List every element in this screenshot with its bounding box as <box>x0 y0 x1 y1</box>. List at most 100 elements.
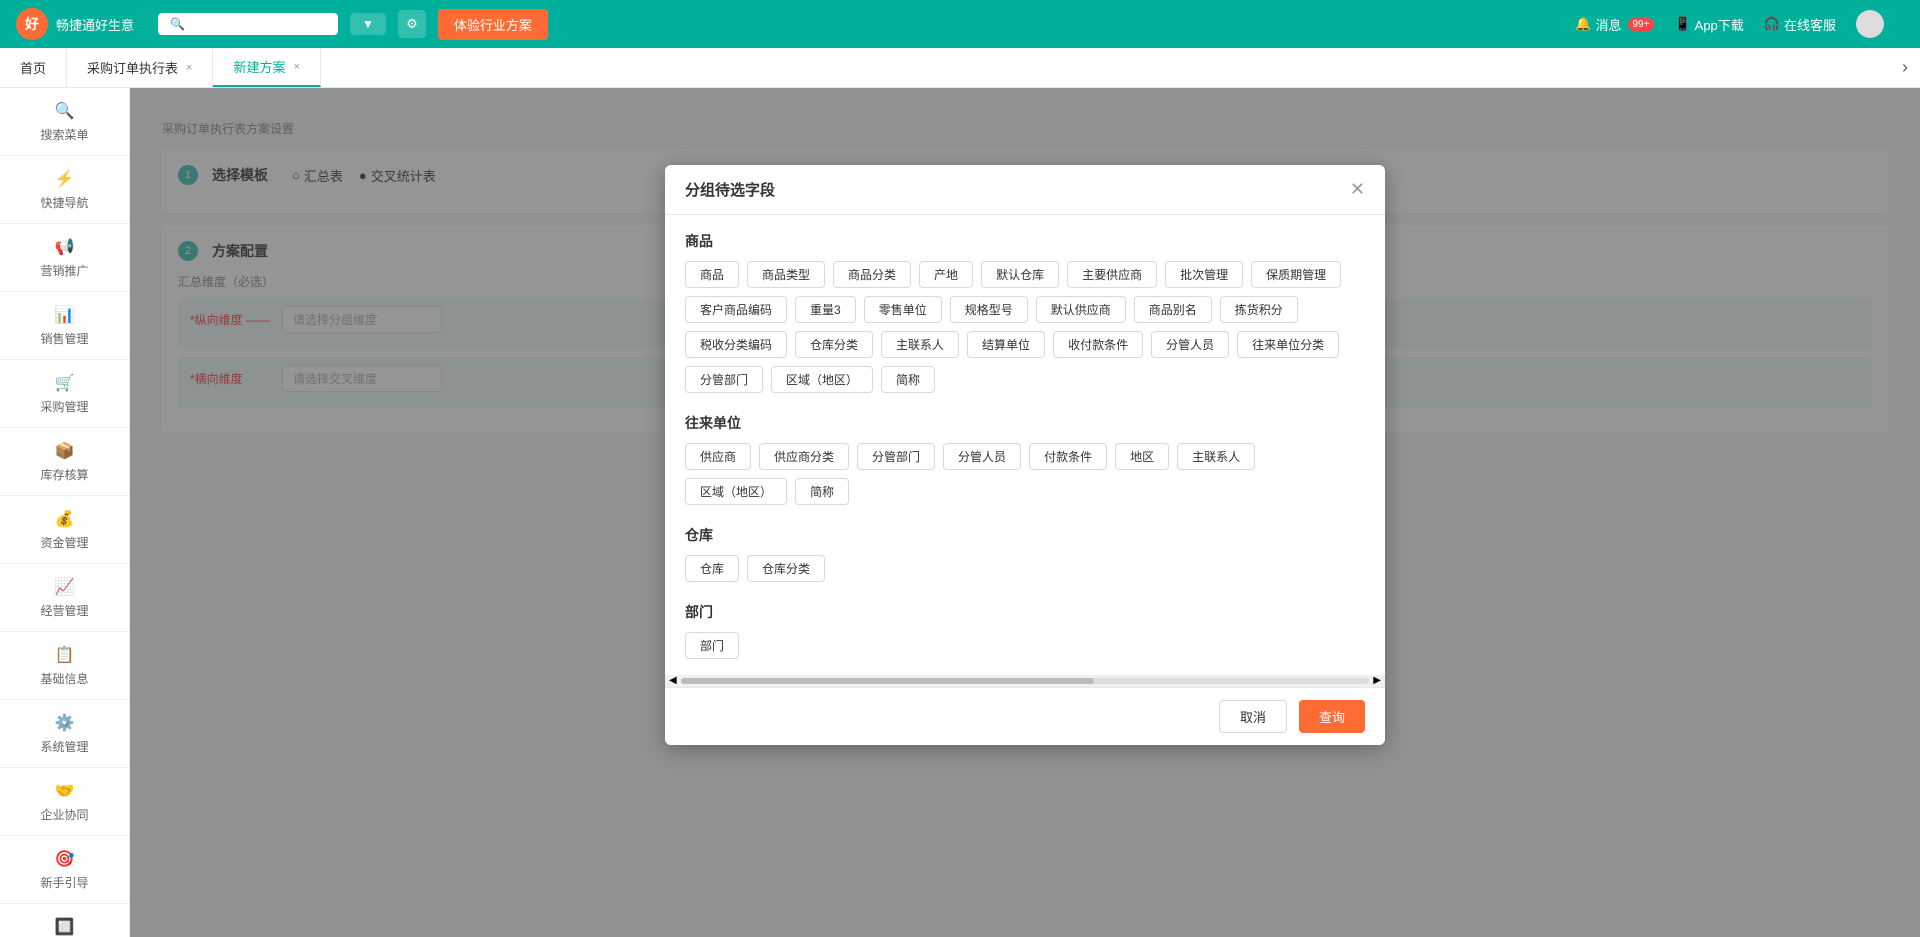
hscroll-right-arrow[interactable]: ▶ <box>1373 675 1381 686</box>
tab-home[interactable]: 首页 <box>0 48 67 87</box>
purchase-icon: 🛒 <box>54 372 76 394</box>
main-layout: 🔍 搜索菜单 ⚡ 快捷导航 📢 营销推广 📊 销售管理 🛒 采购管理 📦 库存核… <box>0 88 1920 937</box>
logo-text: 畅捷通好生意 <box>56 15 134 34</box>
sidebar-item-finance[interactable]: 💰 资金管理 <box>0 496 129 564</box>
field-supplier-category[interactable]: 供应商分类 <box>759 443 849 470</box>
sidebar-item-sales-label: 销售管理 <box>40 330 88 347</box>
field-weight3[interactable]: 重量3 <box>795 296 856 323</box>
field-pick-points[interactable]: 拣货积分 <box>1220 296 1298 323</box>
confirm-button[interactable]: 查询 <box>1299 700 1365 733</box>
field-goods-category[interactable]: 商品分类 <box>833 261 911 288</box>
sidebar-item-quicknav[interactable]: ⚡ 快捷导航 <box>0 156 129 224</box>
messages-item[interactable]: 🔔 消息 99+ <box>1575 15 1654 34</box>
field-region-cp[interactable]: 地区 <box>1115 443 1169 470</box>
top-header: 好 畅捷通好生意 🔍 ▼ ⚙ 体验行业方案 🔔 消息 99+ 📱 App下载 🎧… <box>0 0 1920 48</box>
sidebar-item-collab[interactable]: 🤝 企业协同 <box>0 768 129 836</box>
field-spec-model[interactable]: 规格型号 <box>950 296 1028 323</box>
section-goods: 商品 商品 商品类型 商品分类 产地 默认仓库 主要供应商 批次管理 保质期管理… <box>685 231 1365 393</box>
collab-icon: 🤝 <box>54 780 76 802</box>
field-region-area-cp[interactable]: 区域（地区） <box>685 478 787 505</box>
operations-icon: 📈 <box>54 576 76 598</box>
field-supplier[interactable]: 供应商 <box>685 443 751 470</box>
sidebar-item-quicknav-label: 快捷导航 <box>40 194 88 211</box>
field-goods[interactable]: 商品 <box>685 261 739 288</box>
settings-icon[interactable]: ⚙ <box>398 10 426 38</box>
field-payment-condition[interactable]: 付款条件 <box>1029 443 1107 470</box>
sidebar-item-operations[interactable]: 📈 经营管理 <box>0 564 129 632</box>
sidebar-item-newguide-label: 新手引导 <box>40 874 88 891</box>
logo-icon: 好 <box>16 8 48 40</box>
field-goods-type[interactable]: 商品类型 <box>747 261 825 288</box>
download-icon: 📱 <box>1674 16 1690 32</box>
modal-title: 分组待选字段 <box>685 179 775 200</box>
tab-purchase-order[interactable]: 采购订单执行表 × <box>67 48 213 87</box>
field-main-supplier[interactable]: 主要供应商 <box>1067 261 1157 288</box>
chevron-right-icon: › <box>1902 57 1908 78</box>
sidebar-item-system[interactable]: ⚙️ 系统管理 <box>0 700 129 768</box>
cancel-button[interactable]: 取消 <box>1219 700 1287 733</box>
tab-collapse[interactable]: › <box>1890 48 1920 87</box>
sidebar-item-sales[interactable]: 📊 销售管理 <box>0 292 129 360</box>
field-warehouse-category[interactable]: 仓库分类 <box>795 331 873 358</box>
section-goods-title: 商品 <box>685 231 1365 251</box>
sidebar-item-search[interactable]: 🔍 搜索菜单 <box>0 88 129 156</box>
field-main-contact[interactable]: 主联系人 <box>881 331 959 358</box>
tab-new-plan-label: 新建方案 <box>233 57 285 76</box>
field-default-warehouse[interactable]: 默认仓库 <box>981 261 1059 288</box>
sidebar-item-marketing[interactable]: 📢 营销推广 <box>0 224 129 292</box>
avatar[interactable] <box>1856 10 1884 38</box>
field-counterpart-category[interactable]: 往来单位分类 <box>1237 331 1339 358</box>
field-warehouse-cat[interactable]: 仓库分类 <box>747 555 825 582</box>
section-department-title: 部门 <box>685 602 1365 622</box>
field-shelf-life[interactable]: 保质期管理 <box>1251 261 1341 288</box>
field-retail-unit[interactable]: 零售单位 <box>864 296 942 323</box>
section-counterpart-title: 往来单位 <box>685 413 1365 433</box>
system-icon: ⚙️ <box>54 712 76 734</box>
search-bar[interactable]: 🔍 <box>158 13 338 35</box>
modal-horizontal-scrollbar[interactable]: ◀ ▶ <box>665 675 1385 687</box>
field-manager[interactable]: 分管人员 <box>1151 331 1229 358</box>
sidebar-item-operations-label: 经营管理 <box>40 602 88 619</box>
field-customer-code[interactable]: 客户商品编码 <box>685 296 787 323</box>
app-download-label: App下载 <box>1695 15 1744 34</box>
sidebar-item-appcenter[interactable]: 🔲 应用中心 <box>0 904 129 937</box>
field-abbreviation-cp[interactable]: 简称 <box>795 478 849 505</box>
field-batch-management[interactable]: 批次管理 <box>1165 261 1243 288</box>
sidebar-item-purchase[interactable]: 🛒 采购管理 <box>0 360 129 428</box>
dropdown-button[interactable]: ▼ <box>350 13 386 35</box>
field-settlement-unit[interactable]: 结算单位 <box>967 331 1045 358</box>
field-region-goods[interactable]: 区域（地区） <box>771 366 873 393</box>
sidebar-item-inventory[interactable]: 📦 库存核算 <box>0 428 129 496</box>
field-main-contact-cp[interactable]: 主联系人 <box>1177 443 1255 470</box>
sidebar-item-inventory-label: 库存核算 <box>40 466 88 483</box>
field-goods-alias[interactable]: 商品别名 <box>1134 296 1212 323</box>
sidebar: 🔍 搜索菜单 ⚡ 快捷导航 📢 营销推广 📊 销售管理 🛒 采购管理 📦 库存核… <box>0 88 130 937</box>
experience-button[interactable]: 体验行业方案 <box>438 9 548 40</box>
field-abbreviation-goods[interactable]: 简称 <box>881 366 935 393</box>
messages-badge: 99+ <box>1628 18 1655 31</box>
hscroll-left-arrow[interactable]: ◀ <box>669 675 677 686</box>
field-origin[interactable]: 产地 <box>919 261 973 288</box>
modal-close-icon[interactable]: ✕ <box>1350 179 1365 200</box>
section-warehouse: 仓库 仓库 仓库分类 <box>685 525 1365 582</box>
field-dept[interactable]: 部门 <box>685 632 739 659</box>
online-service-item[interactable]: 🎧 在线客服 <box>1764 15 1836 34</box>
tab-new-plan[interactable]: 新建方案 × <box>213 48 320 87</box>
tab-new-plan-close[interactable]: × <box>293 61 299 73</box>
field-tax-code[interactable]: 税收分类编码 <box>685 331 787 358</box>
field-payment-terms[interactable]: 收付款条件 <box>1053 331 1143 358</box>
field-warehouse[interactable]: 仓库 <box>685 555 739 582</box>
sales-icon: 📊 <box>54 304 76 326</box>
tab-purchase-label: 采购订单执行表 <box>87 58 178 77</box>
field-manager-cp[interactable]: 分管人员 <box>943 443 1021 470</box>
field-dept-managed-cp[interactable]: 分管部门 <box>857 443 935 470</box>
tab-purchase-close[interactable]: × <box>186 62 192 74</box>
sidebar-item-newguide[interactable]: 🎯 新手引导 <box>0 836 129 904</box>
field-default-supplier[interactable]: 默认供应商 <box>1036 296 1126 323</box>
department-fields: 部门 <box>685 632 1365 659</box>
search-menu-icon: 🔍 <box>54 100 76 122</box>
app-download-item[interactable]: 📱 App下载 <box>1674 15 1743 34</box>
field-dept-managed[interactable]: 分管部门 <box>685 366 763 393</box>
sidebar-item-basic-info[interactable]: 📋 基础信息 <box>0 632 129 700</box>
messages-label: 消息 <box>1595 15 1621 34</box>
